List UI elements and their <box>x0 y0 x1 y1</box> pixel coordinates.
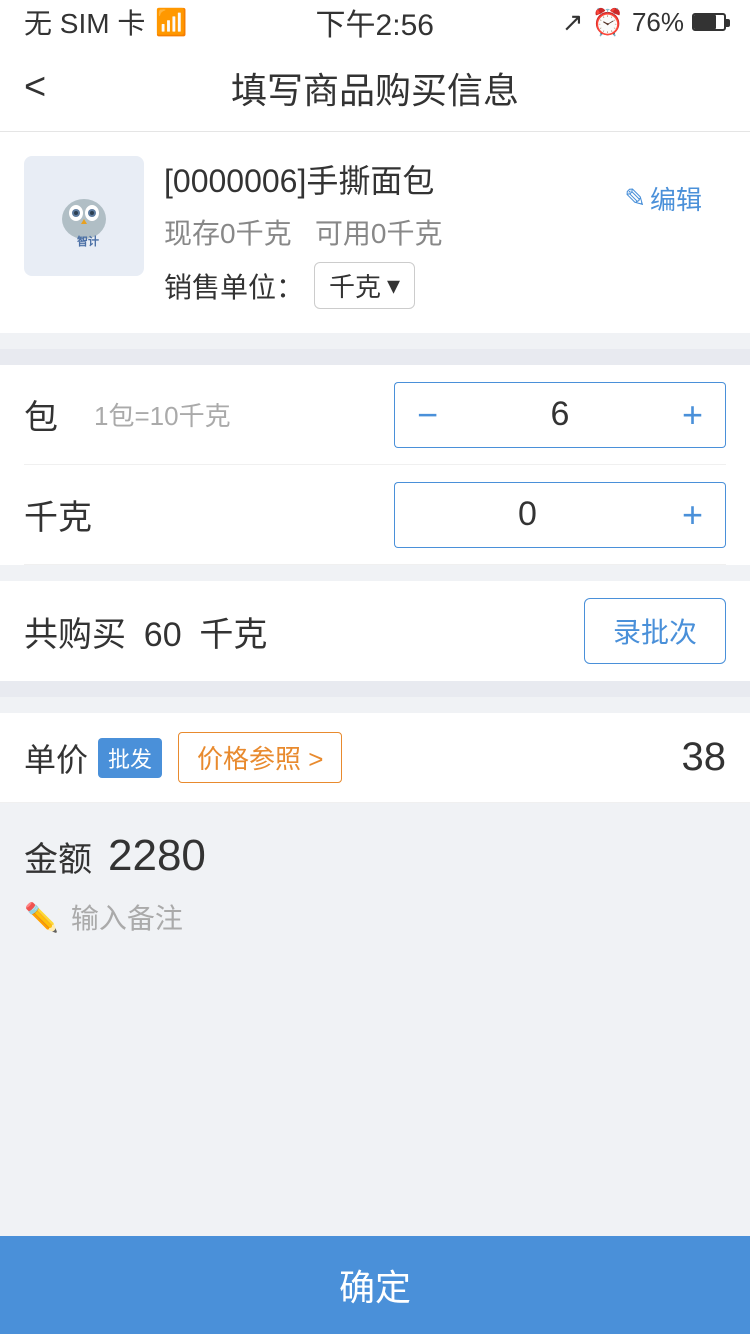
qty-input-kg[interactable] <box>394 482 660 548</box>
status-bar: 无 SIM 卡 📶 下午2:56 ↗ ⏰ 76% <box>0 0 750 44</box>
qty-controls-bag: − + <box>394 382 726 448</box>
edit-button[interactable]: ✎ 编辑 <box>624 180 702 217</box>
qty-controls-kg: + <box>394 482 726 548</box>
alarm-icon: ⏰ <box>592 7 624 38</box>
amount-row: 金额 2280 <box>24 831 726 881</box>
qty-plus-bag[interactable]: + <box>660 382 726 448</box>
product-card: 智计 [0000006]手撕面包 现存0千克 可用0千克 销售单位： 千克 ▾ … <box>0 132 750 333</box>
edit-icon: ✎ <box>624 183 646 214</box>
divider-2 <box>0 681 750 697</box>
qty-row-bag: 包 1包=10千克 − + <box>24 365 726 465</box>
divider-1 <box>0 349 750 365</box>
status-left: 无 SIM 卡 📶 <box>24 2 188 42</box>
price-value: 38 <box>682 735 727 780</box>
amount-label: 金额 <box>24 832 92 881</box>
chevron-down-icon: ▾ <box>387 270 400 301</box>
unit-selector[interactable]: 千克 ▾ <box>314 262 415 309</box>
price-batch-tag: 批发 <box>98 738 162 778</box>
qty-row-kg: 千克 + <box>24 465 726 565</box>
batch-button[interactable]: 录批次 <box>584 598 726 664</box>
product-thumbnail: 智计 <box>24 156 144 276</box>
svg-text:智计: 智计 <box>77 234 99 248</box>
remark-row[interactable]: ✏️ 输入备注 <box>24 897 726 937</box>
confirm-button-wrap: 确定 <box>0 1236 750 1334</box>
qty-plus-kg[interactable]: + <box>660 482 726 548</box>
price-label: 单价 <box>24 735 88 781</box>
amount-value: 2280 <box>108 831 206 881</box>
quantity-section: 包 1包=10千克 − + 千克 + <box>0 365 750 565</box>
page-title: 填写商品购买信息 <box>231 62 519 114</box>
qty-label-bag: 包 <box>24 390 84 439</box>
spacer <box>0 951 750 1151</box>
back-button[interactable]: < <box>24 66 46 109</box>
confirm-button[interactable]: 确定 <box>0 1236 750 1334</box>
battery-label: 76% <box>632 7 684 38</box>
price-section: 单价 批发 价格参照 > 38 <box>0 713 750 803</box>
amount-section: 金额 2280 ✏️ 输入备注 <box>0 803 750 951</box>
nav-bar: < 填写商品购买信息 <box>0 44 750 132</box>
time-label: 下午2:56 <box>316 0 434 44</box>
product-unit-row: 销售单位： 千克 ▾ <box>164 262 726 309</box>
summary-text: 共购买 60 千克 <box>24 607 584 656</box>
wifi-icon: 📶 <box>155 7 187 38</box>
product-logo-icon: 智计 <box>49 181 119 251</box>
qty-input-bag[interactable] <box>460 382 660 448</box>
price-ref-button[interactable]: 价格参照 > <box>178 732 342 783</box>
qty-minus-bag[interactable]: − <box>394 382 460 448</box>
status-right: ↗ ⏰ 76% <box>562 7 726 38</box>
summary-section: 共购买 60 千克 录批次 <box>0 581 750 681</box>
battery-icon <box>692 13 726 31</box>
product-info: [0000006]手撕面包 现存0千克 可用0千克 销售单位： 千克 ▾ ✎ 编… <box>164 156 726 309</box>
location-icon: ↗ <box>562 7 584 38</box>
remark-icon: ✏️ <box>24 901 59 934</box>
carrier-label: 无 SIM 卡 <box>24 2 145 42</box>
product-stock: 现存0千克 可用0千克 <box>164 212 726 252</box>
qty-label-kg: 千克 <box>24 490 92 539</box>
qty-hint-bag: 1包=10千克 <box>94 396 394 433</box>
remark-placeholder[interactable]: 输入备注 <box>71 897 183 937</box>
